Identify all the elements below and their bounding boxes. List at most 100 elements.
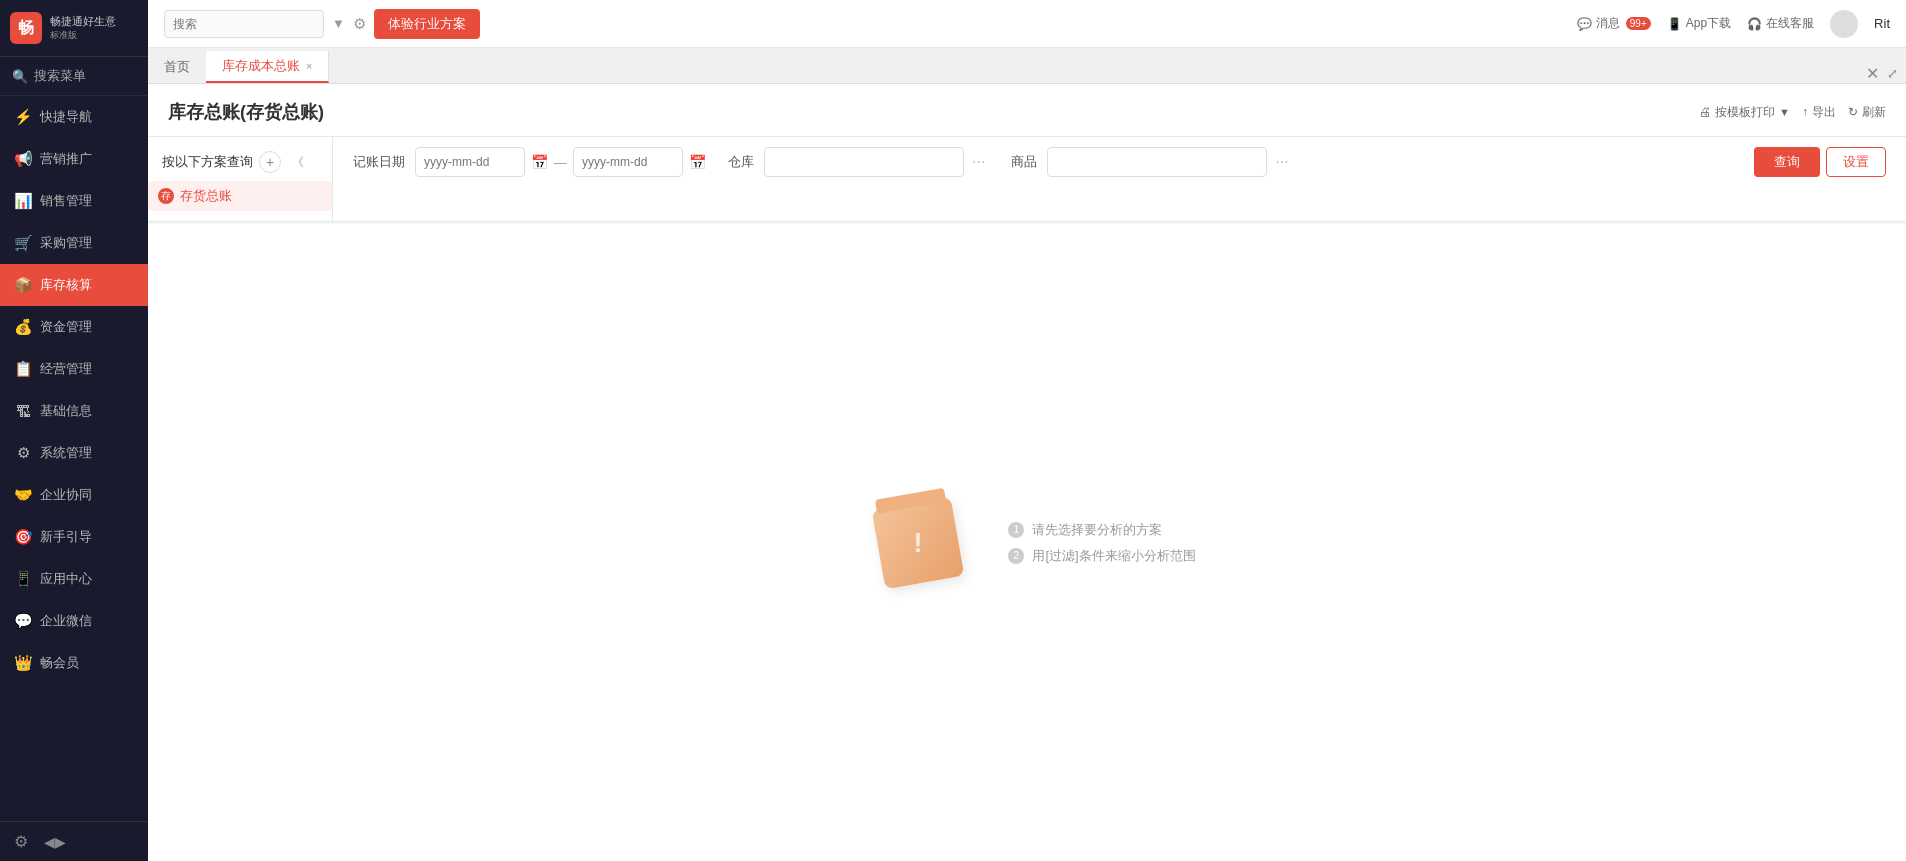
sidebar-item-operations[interactable]: 📋 经营管理 xyxy=(0,348,148,390)
cooperation-icon: 🤝 xyxy=(14,486,32,504)
sidebar-nav: ⚡ 快捷导航 📢 营销推广 📊 销售管理 🛒 采购管理 📦 库存核算 💰 资金管… xyxy=(0,96,148,821)
message-badge: 99+ xyxy=(1626,17,1651,30)
sidebar-item-label: 应用中心 xyxy=(40,570,92,588)
app-name: 畅捷通好生意 xyxy=(50,14,116,28)
sidebar-item-finance[interactable]: 💰 资金管理 xyxy=(0,306,148,348)
date-start-input[interactable] xyxy=(415,147,525,177)
export-button[interactable]: ↑ 导出 xyxy=(1802,104,1836,121)
warehouse-input[interactable] xyxy=(764,147,964,177)
settings-gear-icon[interactable]: ⚙ xyxy=(14,832,28,851)
online-support-label: 在线客服 xyxy=(1766,15,1814,32)
page-title: 库存总账(存货总账) xyxy=(168,100,324,124)
topbar-right: 💬 消息 99+ 📱 App下载 🎧 在线客服 Rit xyxy=(1577,10,1890,38)
print-dropdown-icon[interactable]: ▼ xyxy=(1779,106,1790,118)
export-icon: ↑ xyxy=(1802,105,1808,119)
phone-icon: 📱 xyxy=(1667,17,1682,31)
empty-step-1: 1 请先选择要分析的方案 xyxy=(1008,521,1195,539)
search-button[interactable]: 查询 xyxy=(1754,147,1820,177)
sidebar-bottom: ⚙ ◀▶ xyxy=(0,821,148,861)
newbie-icon: 🎯 xyxy=(14,528,32,546)
sidebar: 畅 畅捷通好生意 标准版 🔍 搜索菜单 ⚡ 快捷导航 📢 营销推广 📊 销售管理… xyxy=(0,0,148,861)
panel-close-icon[interactable]: ✕ xyxy=(1866,64,1879,83)
goods-label: 商品 xyxy=(1011,153,1037,171)
sidebar-item-sales[interactable]: 📊 销售管理 xyxy=(0,180,148,222)
sidebar-item-quick-nav[interactable]: ⚡ 快捷导航 xyxy=(0,96,148,138)
scheme-item-label: 存货总账 xyxy=(180,187,232,205)
topbar: ▼ ⚙ 体验行业方案 💬 消息 99+ 📱 App下载 🎧 在线客服 Rit xyxy=(148,0,1906,48)
app-download-button[interactable]: 📱 App下载 xyxy=(1667,15,1731,32)
sidebar-item-wechat[interactable]: 💬 企业微信 xyxy=(0,600,148,642)
member-icon: 👑 xyxy=(14,654,32,672)
refresh-button[interactable]: ↻ 刷新 xyxy=(1848,104,1886,121)
topbar-dropdown-icon[interactable]: ▼ xyxy=(332,16,345,31)
purchase-icon: 🛒 xyxy=(14,234,32,252)
goods-more-icon[interactable]: ··· xyxy=(1271,153,1292,171)
print-icon: 🖨 xyxy=(1699,105,1711,119)
sidebar-item-inventory[interactable]: 📦 库存核算 xyxy=(0,264,148,306)
filter-collapse-button[interactable]: 《 xyxy=(287,151,309,173)
box-illustration xyxy=(872,496,965,589)
sidebar-item-purchase[interactable]: 🛒 采购管理 xyxy=(0,222,148,264)
logo-icon: 畅 xyxy=(10,12,42,44)
warehouse-more-icon[interactable]: ··· xyxy=(968,153,989,171)
sidebar-item-apps[interactable]: 📱 应用中心 xyxy=(0,558,148,600)
filter-row-1: 记账日期 📅 — 📅 仓库 ··· 商品 xyxy=(353,147,1886,177)
sidebar-toggle-icon[interactable]: ◀▶ xyxy=(44,834,66,850)
scheme-item-inventory[interactable]: 存 存货总账 xyxy=(148,181,332,211)
goods-input[interactable] xyxy=(1047,147,1267,177)
system-icon: ⚙ xyxy=(14,444,32,462)
sidebar-item-label: 经营管理 xyxy=(40,360,92,378)
main-content: ▼ ⚙ 体验行业方案 💬 消息 99+ 📱 App下载 🎧 在线客服 Rit xyxy=(148,0,1906,861)
sidebar-item-label: 企业微信 xyxy=(40,612,92,630)
date-separator: — xyxy=(554,155,567,170)
page-header: 库存总账(存货总账) 🖨 按模板打印 ▼ ↑ 导出 ↻ 刷新 xyxy=(148,84,1906,137)
sidebar-item-label: 新手引导 xyxy=(40,528,92,546)
headset-icon: 🎧 xyxy=(1747,17,1762,31)
topbar-settings-icon[interactable]: ⚙ xyxy=(353,15,366,33)
operations-icon: 📋 xyxy=(14,360,32,378)
topbar-left: ▼ ⚙ 体验行业方案 xyxy=(164,9,1567,39)
sidebar-search[interactable]: 🔍 搜索菜单 xyxy=(0,57,148,96)
sidebar-item-system[interactable]: ⚙ 系统管理 xyxy=(0,432,148,474)
sidebar-item-label: 基础信息 xyxy=(40,402,92,420)
date-end-input[interactable] xyxy=(573,147,683,177)
settings-button[interactable]: 设置 xyxy=(1826,147,1886,177)
scheme-panel: 按以下方案查询 + 《 存 存货总账 xyxy=(148,137,333,221)
sidebar-item-label: 采购管理 xyxy=(40,234,92,252)
calendar-end-icon[interactable]: 📅 xyxy=(689,154,706,170)
app-logo: 畅 畅捷通好生意 标准版 xyxy=(0,0,148,57)
sidebar-item-newbie[interactable]: 🎯 新手引导 xyxy=(0,516,148,558)
print-button[interactable]: 🖨 按模板打印 ▼ xyxy=(1699,104,1790,121)
refresh-icon: ↻ xyxy=(1848,105,1858,119)
message-label: 消息 xyxy=(1596,15,1620,32)
tab-close-icon[interactable]: × xyxy=(306,60,312,72)
apps-icon: 📱 xyxy=(14,570,32,588)
online-support-button[interactable]: 🎧 在线客服 xyxy=(1747,15,1814,32)
page-actions: 🖨 按模板打印 ▼ ↑ 导出 ↻ 刷新 xyxy=(1699,104,1886,121)
finance-icon: 💰 xyxy=(14,318,32,336)
search-fields: 记账日期 📅 — 📅 仓库 ··· 商品 xyxy=(333,137,1906,221)
user-avatar[interactable] xyxy=(1830,10,1858,38)
sidebar-item-member[interactable]: 👑 畅会员 xyxy=(0,642,148,684)
industry-solution-button[interactable]: 体验行业方案 xyxy=(374,9,480,39)
tab-inventory-ledger-label: 库存成本总账 xyxy=(222,57,300,75)
sales-icon: 📊 xyxy=(14,192,32,210)
empty-illustration xyxy=(858,483,978,603)
tab-panel-actions: ✕ ⤢ xyxy=(1866,64,1906,83)
filter-add-button[interactable]: + xyxy=(259,151,281,173)
calendar-start-icon[interactable]: 📅 xyxy=(531,154,548,170)
empty-step-2: 2 用[过滤]条件来缩小分析范围 xyxy=(1008,547,1195,565)
empty-step-1-text: 请先选择要分析的方案 xyxy=(1032,521,1162,539)
topbar-search-input[interactable] xyxy=(164,10,324,38)
search-icon: 🔍 xyxy=(12,69,28,84)
sidebar-item-basic[interactable]: 🏗 基础信息 xyxy=(0,390,148,432)
basic-icon: 🏗 xyxy=(14,403,32,420)
message-button[interactable]: 💬 消息 99+ xyxy=(1577,15,1651,32)
sidebar-item-marketing[interactable]: 📢 营销推广 xyxy=(0,138,148,180)
tab-inventory-ledger[interactable]: 库存成本总账 × xyxy=(206,51,329,83)
sidebar-item-cooperation[interactable]: 🤝 企业协同 xyxy=(0,474,148,516)
panel-expand-icon[interactable]: ⤢ xyxy=(1887,66,1898,81)
empty-state: 1 请先选择要分析的方案 2 用[过滤]条件来缩小分析范围 xyxy=(148,224,1906,861)
inventory-icon: 📦 xyxy=(14,276,32,294)
tab-home[interactable]: 首页 xyxy=(148,51,206,83)
